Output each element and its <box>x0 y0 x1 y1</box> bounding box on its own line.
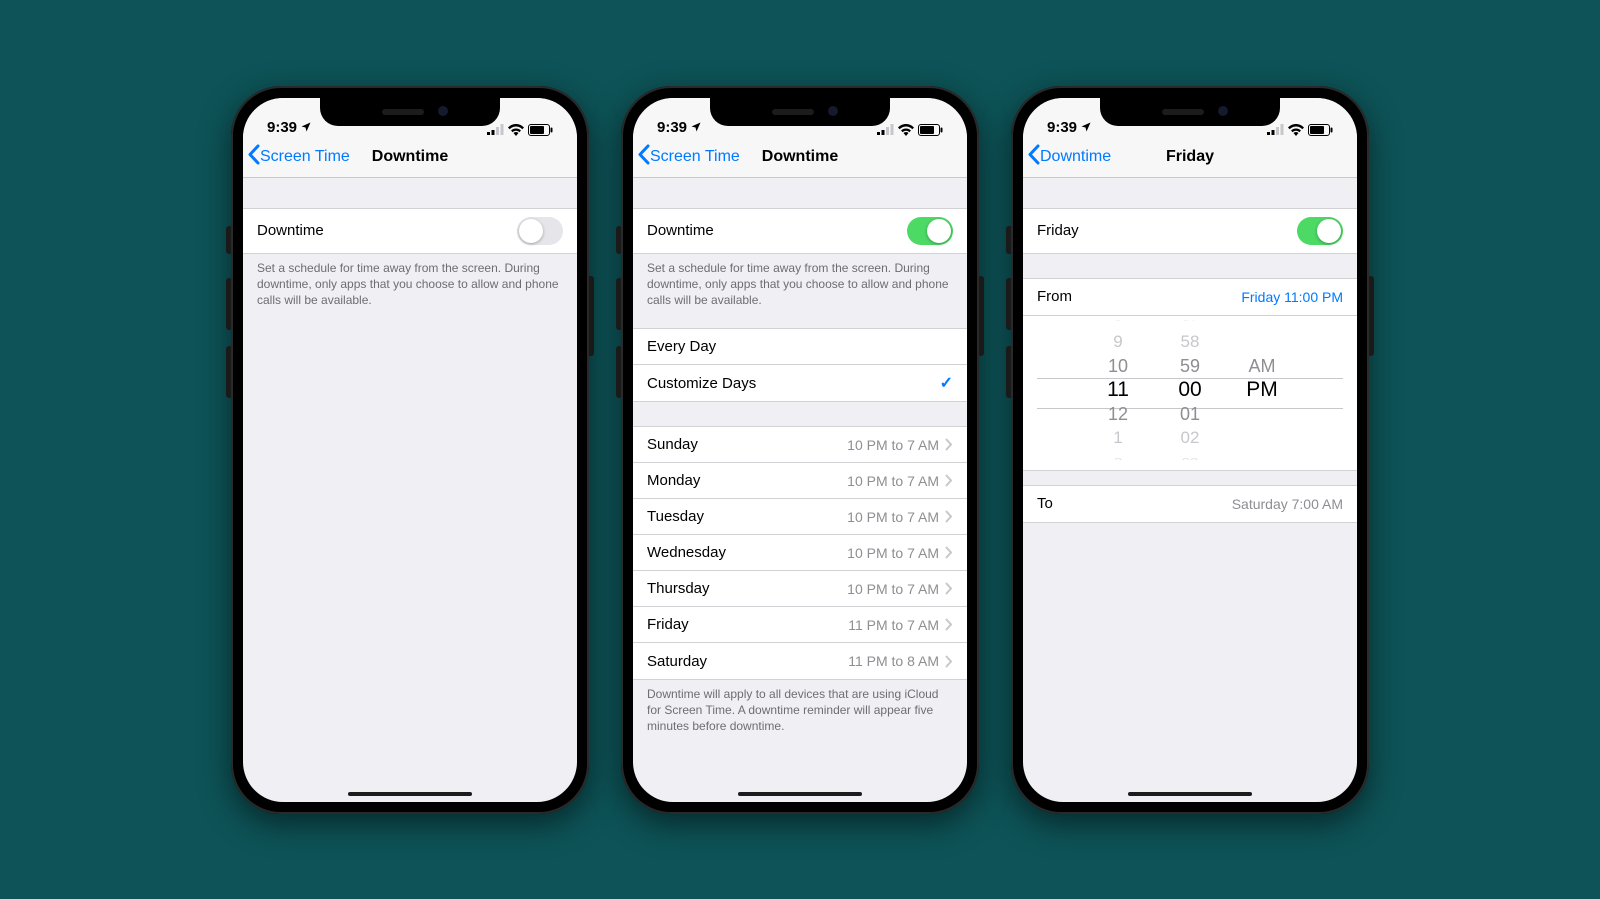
nav-bar: Screen Time Downtime <box>633 138 967 178</box>
phone-3: 9:39 Downtime F <box>1011 86 1369 814</box>
wifi-icon <box>898 124 914 136</box>
cellular-signal-icon <box>487 124 504 135</box>
day-range: 10 PM to 7 AM <box>847 473 939 489</box>
checkmark-icon: ✓ <box>940 373 953 393</box>
customize-days-label: Customize Days <box>647 375 756 392</box>
picker-hours[interactable]: 8 9 10 11 12 1 2 <box>1098 320 1138 460</box>
screen-downtime-off: 9:39 Screen Time <box>243 98 577 802</box>
picker-ampm[interactable]: . . AM PM . . . <box>1242 320 1282 460</box>
from-label: From <box>1037 288 1072 305</box>
to-label: To <box>1037 495 1053 512</box>
day-label: Wednesday <box>647 544 726 561</box>
day-range: 10 PM to 7 AM <box>847 509 939 525</box>
to-value: Saturday 7:00 AM <box>1232 496 1343 512</box>
screen-friday-picker: 9:39 Downtime F <box>1023 98 1357 802</box>
day-range: 11 PM to 7 AM <box>848 617 939 633</box>
notch <box>710 98 890 126</box>
home-indicator[interactable] <box>738 792 862 796</box>
day-label: Monday <box>647 472 700 489</box>
chevron-left-icon <box>1027 144 1040 170</box>
nav-bar: Screen Time Downtime <box>243 138 577 178</box>
to-row[interactable]: To Saturday 7:00 AM <box>1023 486 1357 522</box>
battery-icon <box>528 124 553 136</box>
chevron-right-icon <box>945 474 953 487</box>
wifi-icon <box>508 124 524 136</box>
chevron-right-icon <box>945 582 953 595</box>
wifi-icon <box>1288 124 1304 136</box>
downtime-row: Downtime <box>243 209 577 253</box>
devices-footer: Downtime will apply to all devices that … <box>633 680 967 735</box>
cellular-signal-icon <box>1267 124 1284 135</box>
notch <box>320 98 500 126</box>
friday-switch[interactable] <box>1297 217 1343 245</box>
chevron-right-icon <box>945 510 953 523</box>
status-time: 9:39 <box>657 119 687 136</box>
from-value: Friday 11:00 PM <box>1241 289 1343 305</box>
chevron-right-icon <box>945 438 953 451</box>
every-day-row[interactable]: Every Day <box>633 329 967 365</box>
day-row-thursday[interactable]: Thursday 10 PM to 7 AM <box>633 571 967 607</box>
friday-row: Friday <box>1023 209 1357 253</box>
chevron-right-icon <box>945 546 953 559</box>
customize-days-row[interactable]: Customize Days ✓ <box>633 365 967 401</box>
home-indicator[interactable] <box>1128 792 1252 796</box>
day-range: 11 PM to 8 AM <box>848 653 939 669</box>
phone-1: 9:39 Screen Time <box>231 86 589 814</box>
screen-downtime-on: 9:39 Screen Time <box>633 98 967 802</box>
day-row-saturday[interactable]: Saturday 11 PM to 8 AM <box>633 643 967 679</box>
back-label: Screen Time <box>650 148 740 166</box>
day-label: Thursday <box>647 580 710 597</box>
time-picker[interactable]: 8 9 10 11 12 1 2 57 58 59 00 01 02 <box>1023 316 1357 471</box>
back-button[interactable]: Downtime <box>1027 138 1111 177</box>
friday-label: Friday <box>1037 222 1079 239</box>
day-label: Saturday <box>647 653 707 670</box>
chevron-right-icon <box>945 618 953 631</box>
phone-2: 9:39 Screen Time <box>621 86 979 814</box>
location-arrow-icon <box>690 121 702 133</box>
cellular-signal-icon <box>877 124 894 135</box>
chevron-right-icon <box>945 655 953 668</box>
downtime-switch[interactable] <box>907 217 953 245</box>
notch <box>1100 98 1280 126</box>
from-row[interactable]: From Friday 11:00 PM <box>1023 279 1357 315</box>
back-button[interactable]: Screen Time <box>247 138 350 177</box>
day-row-monday[interactable]: Monday 10 PM to 7 AM <box>633 463 967 499</box>
content-area: Downtime Set a schedule for time away fr… <box>243 178 577 802</box>
location-arrow-icon <box>300 121 312 133</box>
back-label: Downtime <box>1040 148 1111 166</box>
downtime-row: Downtime <box>633 209 967 253</box>
downtime-switch[interactable] <box>517 217 563 245</box>
downtime-label: Downtime <box>647 222 714 239</box>
day-range: 10 PM to 7 AM <box>847 437 939 453</box>
battery-icon <box>918 124 943 136</box>
day-label: Friday <box>647 616 689 633</box>
day-range: 10 PM to 7 AM <box>847 545 939 561</box>
every-day-label: Every Day <box>647 338 716 355</box>
content-area: Friday From Friday 11:00 PM 8 9 <box>1023 178 1357 802</box>
downtime-footer: Set a schedule for time away from the sc… <box>243 254 577 309</box>
picker-minutes[interactable]: 57 58 59 00 01 02 03 <box>1170 320 1210 460</box>
battery-icon <box>1308 124 1333 136</box>
nav-bar: Downtime Friday <box>1023 138 1357 178</box>
day-row-wednesday[interactable]: Wednesday 10 PM to 7 AM <box>633 535 967 571</box>
day-row-sunday[interactable]: Sunday 10 PM to 7 AM <box>633 427 967 463</box>
day-label: Sunday <box>647 436 698 453</box>
day-label: Tuesday <box>647 508 704 525</box>
day-row-tuesday[interactable]: Tuesday 10 PM to 7 AM <box>633 499 967 535</box>
status-time: 9:39 <box>1047 119 1077 136</box>
chevron-left-icon <box>637 144 650 170</box>
back-label: Screen Time <box>260 148 350 166</box>
day-row-friday[interactable]: Friday 11 PM to 7 AM <box>633 607 967 643</box>
content-area: Downtime Set a schedule for time away fr… <box>633 178 967 802</box>
back-button[interactable]: Screen Time <box>637 138 740 177</box>
downtime-footer: Set a schedule for time away from the sc… <box>633 254 967 309</box>
status-time: 9:39 <box>267 119 297 136</box>
chevron-left-icon <box>247 144 260 170</box>
downtime-label: Downtime <box>257 222 324 239</box>
location-arrow-icon <box>1080 121 1092 133</box>
home-indicator[interactable] <box>348 792 472 796</box>
day-range: 10 PM to 7 AM <box>847 581 939 597</box>
